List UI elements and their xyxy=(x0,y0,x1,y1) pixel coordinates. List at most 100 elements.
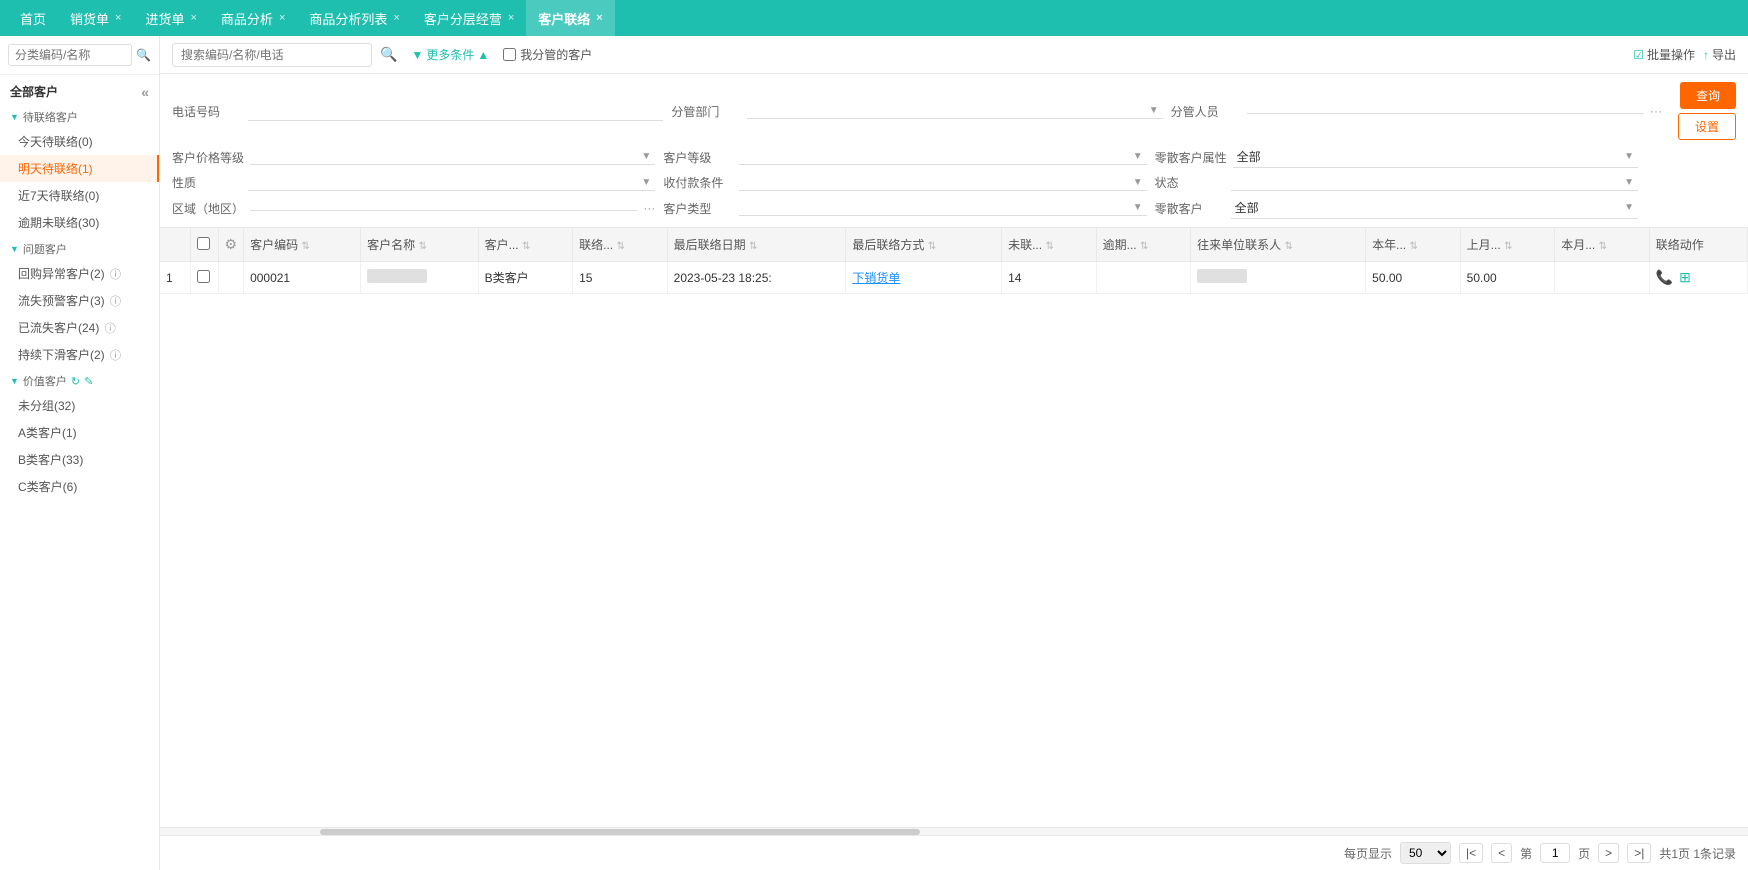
select-all-checkbox[interactable] xyxy=(197,237,210,250)
customer-level-select[interactable]: ▼ xyxy=(739,149,1146,165)
sidebar-item-typeA[interactable]: A类客户(1) xyxy=(0,419,159,446)
col-header-code[interactable]: 客户编码 ⇅ xyxy=(244,228,361,262)
sidebar-item-abnormal[interactable]: 回购异常客户(2) ⓘ xyxy=(0,260,159,287)
manager-more-button[interactable]: ··· xyxy=(1650,104,1662,118)
nature-select[interactable]: ▼ xyxy=(248,175,655,191)
retail-attr-select[interactable]: 全部 ▼ xyxy=(1233,146,1638,168)
sort-icon: ⇅ xyxy=(418,241,426,252)
chevron-down-icon: ▼ xyxy=(1133,202,1143,213)
sort-icon: ⇅ xyxy=(749,241,757,252)
nav-product-analysis[interactable]: 商品分析 × xyxy=(209,0,297,36)
close-icon[interactable]: × xyxy=(190,12,196,24)
sidebar-item-lost[interactable]: 已流失客户(24) ⓘ xyxy=(0,314,159,341)
settings-button[interactable]: 设置 xyxy=(1678,113,1736,140)
close-icon[interactable]: × xyxy=(393,12,399,24)
cell-last-method: 下销货单 xyxy=(846,262,1002,294)
cell-this-month xyxy=(1555,262,1650,294)
sidebar-item-tomorrow[interactable]: 明天待联络(1) xyxy=(0,155,159,182)
nav-product-analysis-list[interactable]: 商品分析列表 × xyxy=(297,0,411,36)
sidebar-item-overdue[interactable]: 逾期未联络(30) xyxy=(0,209,159,236)
col-header-this-month[interactable]: 本月... ⇅ xyxy=(1555,228,1650,262)
sidebar-item-typeB[interactable]: B类客户(33) xyxy=(0,446,159,473)
search-button[interactable]: 🔍 xyxy=(380,46,397,63)
cell-unit-contact xyxy=(1191,262,1366,294)
col-header-this-year[interactable]: 本年... ⇅ xyxy=(1366,228,1461,262)
sidebar-item-ungrouped[interactable]: 未分组(32) xyxy=(0,392,159,419)
price-level-select[interactable]: ▼ xyxy=(250,149,655,165)
sidebar-group-value: 价值客户 ↻ ✎ xyxy=(0,368,159,392)
nav-sales-order[interactable]: 销货单 × xyxy=(58,0,133,36)
sidebar-item-typeC[interactable]: C类客户(6) xyxy=(0,473,159,500)
last-method-link[interactable]: 下销货单 xyxy=(852,271,900,285)
sidebar-item-today[interactable]: 今天待联络(0) xyxy=(0,128,159,155)
close-icon[interactable]: × xyxy=(279,12,285,24)
table-row: 1 000021 B类客户 15 2023-05-23 1 xyxy=(160,262,1748,294)
chevron-down-icon: ▼ xyxy=(1624,151,1634,162)
my-customers-checkbox[interactable] xyxy=(503,48,516,61)
batch-operation-button[interactable]: ☑ 批量操作 xyxy=(1633,46,1695,63)
close-icon[interactable]: × xyxy=(596,12,602,24)
col-header-type[interactable]: 客户... ⇅ xyxy=(478,228,573,262)
customer-type-select[interactable]: ▼ xyxy=(739,200,1146,216)
col-header-last-month[interactable]: 上月... ⇅ xyxy=(1460,228,1555,262)
nav-customer-contact[interactable]: 客户联络 × xyxy=(526,0,614,36)
my-customers-checkbox-label[interactable]: 我分管的客户 xyxy=(503,46,592,63)
contact-masked xyxy=(1197,269,1247,283)
search-input[interactable] xyxy=(172,43,372,67)
col-header-contact[interactable]: 联络... ⇅ xyxy=(573,228,668,262)
next-page-button[interactable]: > xyxy=(1598,843,1619,863)
cell-checkbox xyxy=(190,262,218,294)
col-header-action: 联络动作 xyxy=(1649,228,1747,262)
page-size-select[interactable]: 50 100 200 xyxy=(1400,842,1451,864)
close-icon[interactable]: × xyxy=(115,12,121,24)
more-filter-button[interactable]: ▼ 更多条件 ▲ xyxy=(405,42,495,67)
sidebar-all-customers[interactable]: 全部客户 « xyxy=(0,75,159,104)
gear-icon[interactable]: ⚙ xyxy=(225,236,238,252)
col-header-last-method[interactable]: 最后联络方式 ⇅ xyxy=(846,228,1002,262)
row-checkbox[interactable] xyxy=(197,270,210,283)
retail-select[interactable]: 全部 ▼ xyxy=(1231,197,1638,219)
cell-this-year: 50.00 xyxy=(1366,262,1461,294)
sort-icon: ⇅ xyxy=(1285,241,1293,252)
col-header-name[interactable]: 客户名称 ⇅ xyxy=(361,228,478,262)
top-navigation: 首页 销货单 × 进货单 × 商品分析 × 商品分析列表 × 客户分层经营 × … xyxy=(0,0,1748,36)
nav-purchase-order[interactable]: 进货单 × xyxy=(133,0,208,36)
col-header-last-date[interactable]: 最后联络日期 ⇅ xyxy=(667,228,846,262)
query-button[interactable]: 查询 xyxy=(1680,82,1736,109)
filter-status: 状态 ▼ xyxy=(1155,174,1638,191)
export-button[interactable]: ↑ 导出 xyxy=(1703,46,1736,63)
sidebar-item-week[interactable]: 近7天待联络(0) xyxy=(0,182,159,209)
sidebar-item-declining[interactable]: 持续下滑客户(2) ⓘ xyxy=(0,341,159,368)
col-header-overdue[interactable]: 逾期... ⇅ xyxy=(1096,228,1191,262)
nav-home[interactable]: 首页 xyxy=(8,0,58,36)
chevron-down-icon: ▼ xyxy=(1133,151,1143,162)
filter-row-3: 性质 ▼ 收付款条件 ▼ 状态 xyxy=(172,174,1736,191)
col-header-uncontacted[interactable]: 未联... ⇅ xyxy=(1002,228,1097,262)
cell-gear xyxy=(218,262,244,294)
close-icon[interactable]: × xyxy=(508,12,514,24)
cell-index: 1 xyxy=(160,262,190,294)
sidebar-search-input[interactable] xyxy=(8,44,132,66)
prev-page-button[interactable]: < xyxy=(1491,843,1512,863)
filter-region: 区域（地区） ··· xyxy=(172,200,655,217)
cell-action: 📞 ⊞ xyxy=(1649,262,1747,294)
first-page-button[interactable]: |< xyxy=(1459,843,1483,863)
payment-select[interactable]: ▼ xyxy=(739,175,1146,191)
last-page-button[interactable]: >| xyxy=(1627,843,1651,863)
col-header-unit-contact[interactable]: 往来单位联系人 ⇅ xyxy=(1191,228,1366,262)
horizontal-scrollbar[interactable] xyxy=(160,827,1748,835)
cell-code: 000021 xyxy=(244,262,361,294)
region-more-button[interactable]: ··· xyxy=(643,201,655,215)
nav-customer-stratification[interactable]: 客户分层经营 × xyxy=(412,0,526,36)
phone-input[interactable] xyxy=(248,102,663,121)
dept-select[interactable]: ▼ xyxy=(747,103,1162,119)
grid-action-icon[interactable]: ⊞ xyxy=(1679,269,1691,286)
col-index xyxy=(160,228,190,262)
sidebar-item-warning[interactable]: 流失预警客户(3) ⓘ xyxy=(0,287,159,314)
status-select[interactable]: ▼ xyxy=(1231,175,1638,191)
collapse-icon[interactable]: « xyxy=(141,84,149,100)
phone-action-icon[interactable]: 📞 xyxy=(1656,269,1673,286)
filter-phone: 电话号码 xyxy=(172,102,663,121)
page-input[interactable] xyxy=(1540,843,1570,863)
search-icon[interactable]: 🔍 xyxy=(136,48,151,62)
